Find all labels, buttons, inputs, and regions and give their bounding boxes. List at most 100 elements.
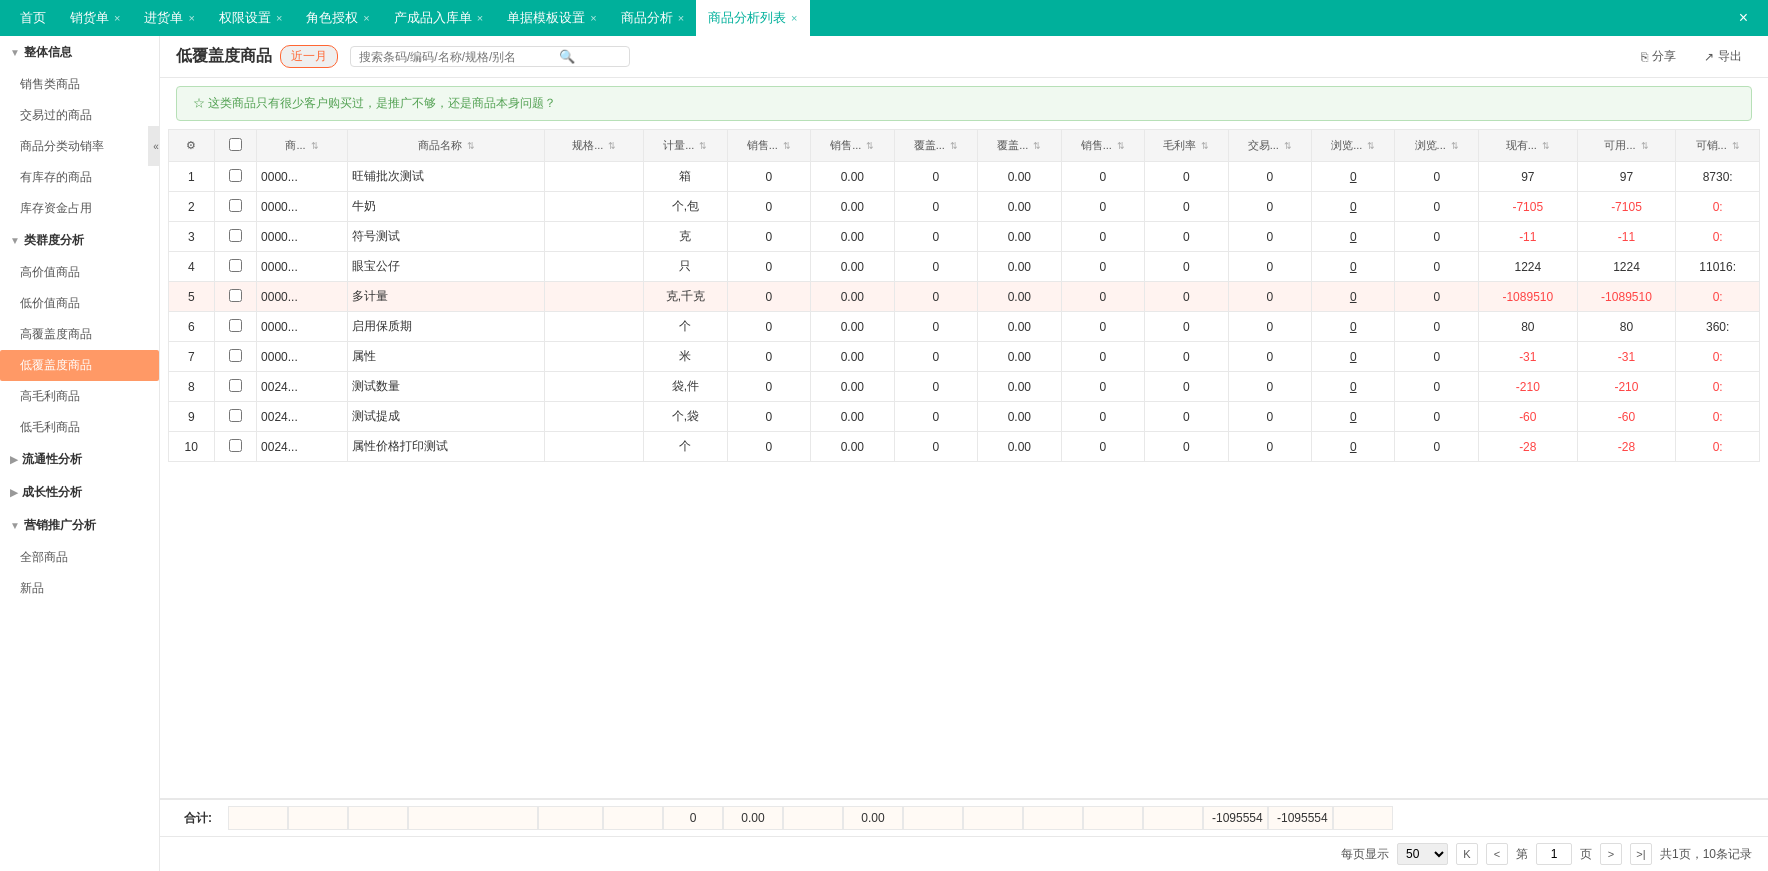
spec-col-header[interactable]: 规格... ⇅ bbox=[545, 130, 644, 162]
row-checkbox[interactable] bbox=[214, 432, 257, 462]
close-icon[interactable]: × bbox=[791, 12, 797, 24]
row-select-checkbox[interactable] bbox=[229, 409, 242, 422]
row-sales2: 0.00 bbox=[811, 222, 894, 252]
row-browse1[interactable]: 0 bbox=[1312, 162, 1395, 192]
close-icon[interactable]: × bbox=[590, 12, 596, 24]
row-browse1[interactable]: 0 bbox=[1312, 252, 1395, 282]
available-col-header[interactable]: 可用... ⇅ bbox=[1577, 130, 1676, 162]
code-col-header[interactable]: 商... ⇅ bbox=[257, 130, 348, 162]
unit-col-header[interactable]: 计量... ⇅ bbox=[644, 130, 727, 162]
row-checkbox[interactable] bbox=[214, 342, 257, 372]
share-button[interactable]: ⎘ 分享 bbox=[1631, 44, 1686, 69]
row-browse1[interactable]: 0 bbox=[1312, 222, 1395, 252]
close-icon[interactable]: × bbox=[114, 12, 120, 24]
row-select-checkbox[interactable] bbox=[229, 319, 242, 332]
row-select-checkbox[interactable] bbox=[229, 439, 242, 452]
name-col-header[interactable]: 商品名称 ⇅ bbox=[348, 130, 545, 162]
sidebar-section-cluster[interactable]: ▼ 类群度分析 bbox=[0, 224, 159, 257]
sidebar-item-high-margin[interactable]: 高毛利商品 bbox=[0, 381, 159, 412]
row-checkbox[interactable] bbox=[214, 312, 257, 342]
row-checkbox[interactable] bbox=[214, 192, 257, 222]
sales2-col-header[interactable]: 销售... ⇅ bbox=[811, 130, 894, 162]
row-browse1[interactable]: 0 bbox=[1312, 402, 1395, 432]
close-icon[interactable]: × bbox=[477, 12, 483, 24]
last-page-button[interactable]: >| bbox=[1630, 843, 1652, 865]
row-select-checkbox[interactable] bbox=[229, 199, 242, 212]
settings-col-header[interactable]: ⚙ bbox=[169, 130, 215, 162]
per-page-select[interactable]: 50 10 20 100 bbox=[1397, 843, 1448, 865]
close-icon[interactable]: × bbox=[678, 12, 684, 24]
row-checkbox[interactable] bbox=[214, 222, 257, 252]
browse2-col-header[interactable]: 浏览... ⇅ bbox=[1395, 130, 1478, 162]
sidebar-item-instock-goods[interactable]: 有库存的商品 bbox=[0, 162, 159, 193]
sidebar-item-low-margin[interactable]: 低毛利商品 bbox=[0, 412, 159, 443]
row-checkbox[interactable] bbox=[214, 372, 257, 402]
margin-col-header[interactable]: 毛利率 ⇅ bbox=[1145, 130, 1228, 162]
row-checkbox[interactable] bbox=[214, 402, 257, 432]
nav-purchase-order[interactable]: 进货单 × bbox=[132, 0, 206, 36]
nav-product-inbound[interactable]: 产成品入库单 × bbox=[382, 0, 495, 36]
close-icon[interactable]: × bbox=[188, 12, 194, 24]
close-all-button[interactable]: × bbox=[1727, 9, 1760, 27]
page-input[interactable] bbox=[1536, 843, 1572, 865]
nav-permission-settings[interactable]: 权限设置 × bbox=[207, 0, 294, 36]
sidebar-item-high-value[interactable]: 高价值商品 bbox=[0, 257, 159, 288]
saleable-col-header[interactable]: 可销... ⇅ bbox=[1676, 130, 1760, 162]
cover2-col-header[interactable]: 覆盖... ⇅ bbox=[978, 130, 1061, 162]
export-button[interactable]: ↗ 导出 bbox=[1694, 44, 1752, 69]
sidebar-item-low-coverage[interactable]: 低覆盖度商品 bbox=[0, 350, 159, 381]
nav-role-auth[interactable]: 角色授权 × bbox=[294, 0, 381, 36]
row-select-checkbox[interactable] bbox=[229, 229, 242, 242]
row-select-checkbox[interactable] bbox=[229, 259, 242, 272]
nav-template-settings[interactable]: 单据模板设置 × bbox=[495, 0, 608, 36]
sidebar-section-growth[interactable]: ▶ 成长性分析 bbox=[0, 476, 159, 509]
nav-product-analysis[interactable]: 商品分析 × bbox=[609, 0, 696, 36]
next-page-button[interactable]: > bbox=[1600, 843, 1622, 865]
sales3-col-header[interactable]: 销售... ⇅ bbox=[1061, 130, 1144, 162]
close-icon[interactable]: × bbox=[363, 12, 369, 24]
sidebar-item-low-value[interactable]: 低价值商品 bbox=[0, 288, 159, 319]
search-input[interactable] bbox=[359, 50, 559, 64]
table-wrapper: ⚙ 商... ⇅ 商品名称 ⇅ 规格... ⇅ 计量... ⇅ 销售... ⇅ … bbox=[160, 129, 1768, 798]
nav-sales-order[interactable]: 销货单 × bbox=[58, 0, 132, 36]
row-select-checkbox[interactable] bbox=[229, 379, 242, 392]
sidebar-collapse-button[interactable]: « bbox=[148, 126, 160, 166]
row-browse1[interactable]: 0 bbox=[1312, 312, 1395, 342]
date-filter-button[interactable]: 近一月 bbox=[280, 45, 338, 68]
sales1-col-header[interactable]: 销售... ⇅ bbox=[727, 130, 810, 162]
sidebar-section-overall[interactable]: ▼ 整体信息 bbox=[0, 36, 159, 69]
current-col-header[interactable]: 现有... ⇅ bbox=[1478, 130, 1577, 162]
sidebar-item-stock-capital[interactable]: 库存资金占用 bbox=[0, 193, 159, 224]
sidebar-section-marketing[interactable]: ▼ 营销推广分析 bbox=[0, 509, 159, 542]
sidebar-item-category-rate[interactable]: 商品分类动销率 bbox=[0, 131, 159, 162]
nav-home[interactable]: 首页 bbox=[8, 0, 58, 36]
select-all-checkbox[interactable] bbox=[229, 138, 242, 151]
row-browse1[interactable]: 0 bbox=[1312, 432, 1395, 462]
first-page-button[interactable]: K bbox=[1456, 843, 1478, 865]
row-browse1[interactable]: 0 bbox=[1312, 192, 1395, 222]
row-select-checkbox[interactable] bbox=[229, 349, 242, 362]
cover1-col-header[interactable]: 覆盖... ⇅ bbox=[894, 130, 977, 162]
prev-page-button[interactable]: < bbox=[1486, 843, 1508, 865]
sidebar-item-high-coverage[interactable]: 高覆盖度商品 bbox=[0, 319, 159, 350]
row-cover2: 0.00 bbox=[978, 282, 1061, 312]
search-icon[interactable]: 🔍 bbox=[559, 49, 575, 64]
sidebar-item-traded-goods[interactable]: 交易过的商品 bbox=[0, 100, 159, 131]
checkbox-col-header[interactable] bbox=[214, 130, 257, 162]
row-browse1[interactable]: 0 bbox=[1312, 282, 1395, 312]
row-checkbox[interactable] bbox=[214, 282, 257, 312]
sidebar-item-new-goods[interactable]: 新品 bbox=[0, 573, 159, 604]
row-checkbox[interactable] bbox=[214, 162, 257, 192]
sidebar-item-sales-goods[interactable]: 销售类商品 bbox=[0, 69, 159, 100]
row-browse1[interactable]: 0 bbox=[1312, 342, 1395, 372]
row-select-checkbox[interactable] bbox=[229, 289, 242, 302]
close-icon[interactable]: × bbox=[276, 12, 282, 24]
sidebar-item-all-goods[interactable]: 全部商品 bbox=[0, 542, 159, 573]
row-select-checkbox[interactable] bbox=[229, 169, 242, 182]
row-browse1[interactable]: 0 bbox=[1312, 372, 1395, 402]
browse1-col-header[interactable]: 浏览... ⇅ bbox=[1312, 130, 1395, 162]
nav-product-analysis-list[interactable]: 商品分析列表 × bbox=[696, 0, 809, 36]
row-checkbox[interactable] bbox=[214, 252, 257, 282]
sidebar-section-circulation[interactable]: ▶ 流通性分析 bbox=[0, 443, 159, 476]
trade-col-header[interactable]: 交易... ⇅ bbox=[1228, 130, 1311, 162]
